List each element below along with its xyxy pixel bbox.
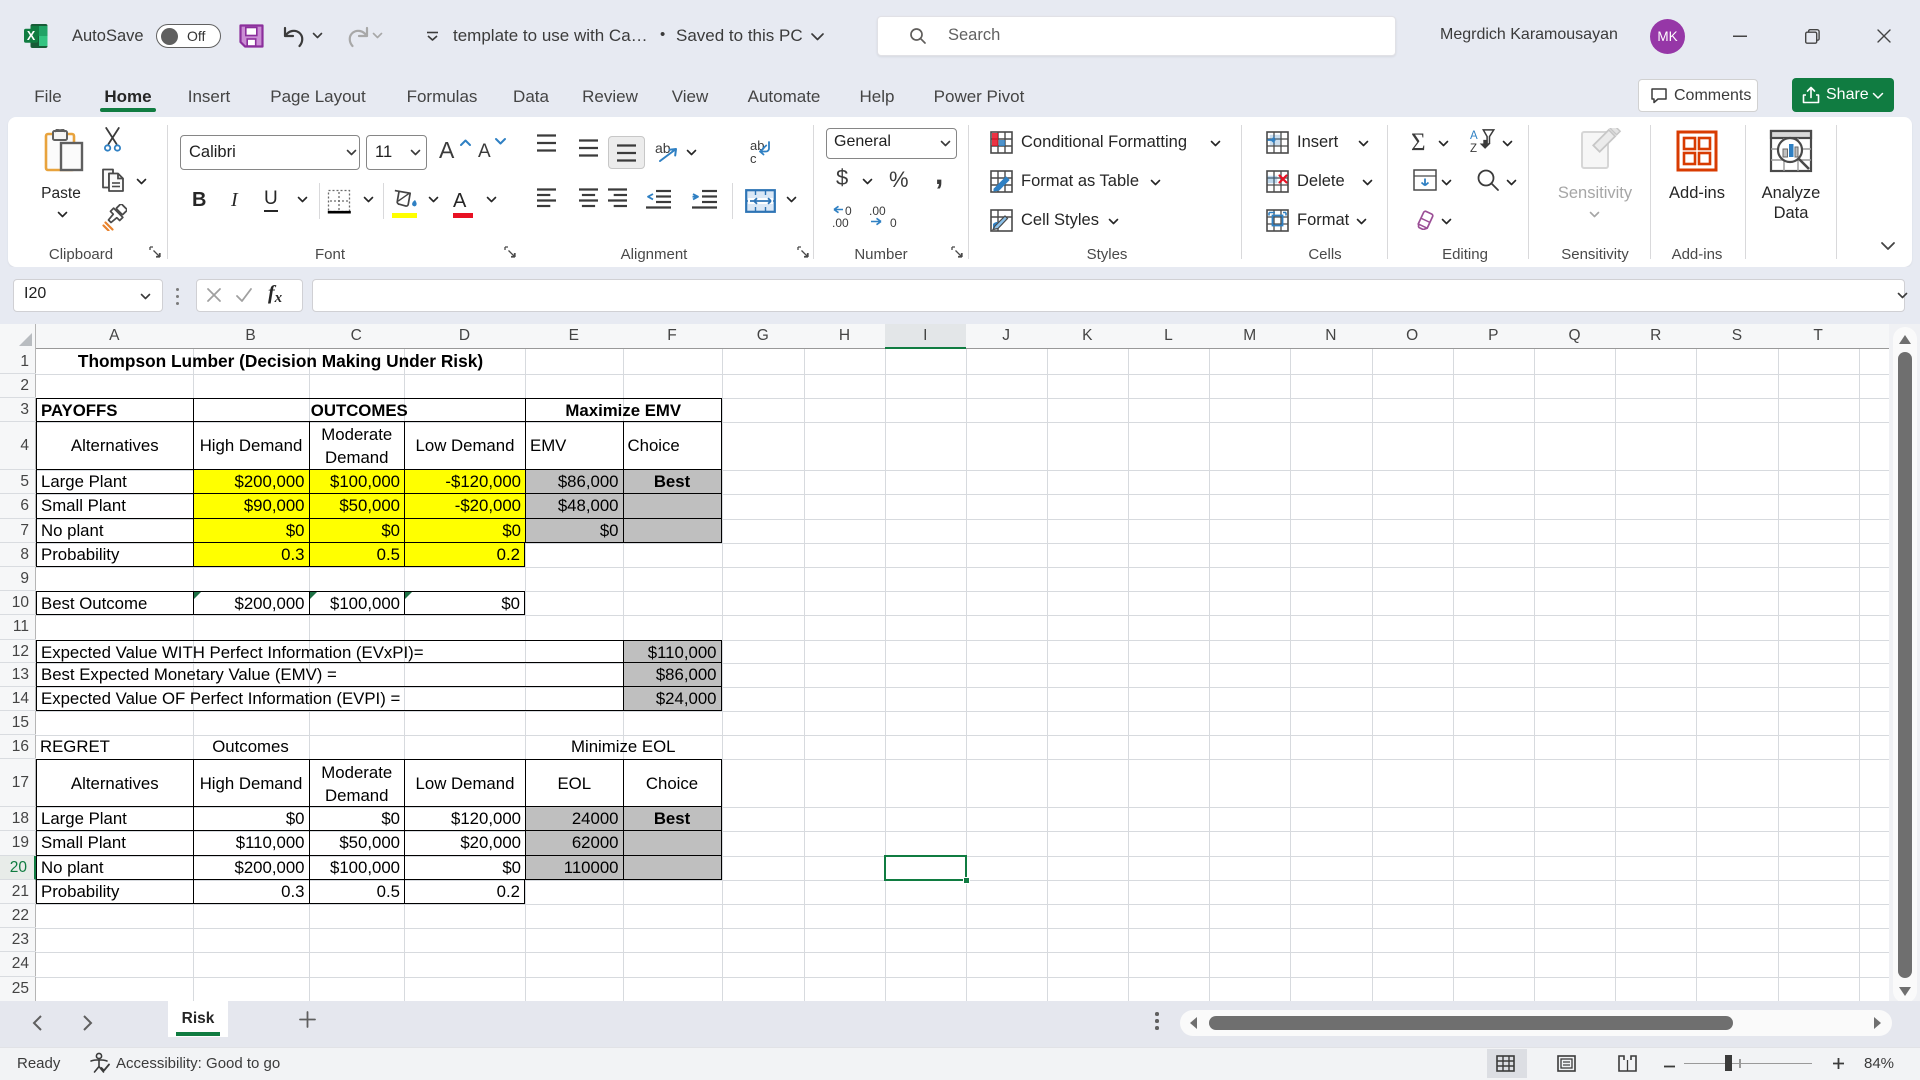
- svg-text:0: 0: [890, 216, 897, 228]
- svg-text:.00: .00: [869, 205, 886, 218]
- svg-text:Z: Z: [1470, 143, 1477, 154]
- svg-text:X: X: [27, 29, 36, 43]
- svg-text:A: A: [1470, 130, 1478, 142]
- svg-text:c: c: [750, 151, 757, 166]
- svg-text:.00: .00: [832, 216, 849, 228]
